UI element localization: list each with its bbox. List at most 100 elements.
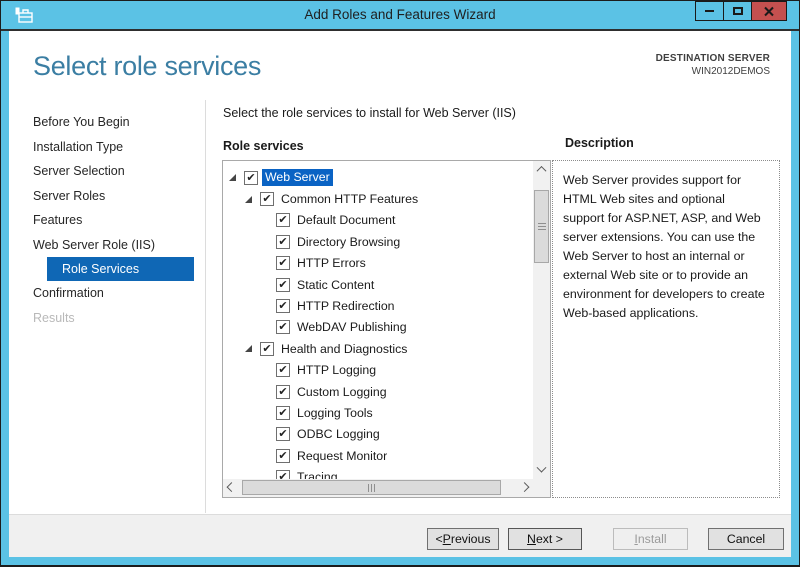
sidebar-item-results: Results: [9, 306, 205, 331]
checkbox-webdav-publishing[interactable]: ✔: [276, 320, 290, 334]
tree-row-directory-browsing[interactable]: ✔ Directory Browsing: [223, 231, 533, 252]
cancel-button[interactable]: Cancel: [708, 528, 784, 550]
thumb-grip-icon: [538, 223, 546, 231]
checkbox-request-monitor[interactable]: ✔: [276, 449, 290, 463]
expander-icon[interactable]: [245, 345, 252, 352]
tree-label-odbc-logging[interactable]: ODBC Logging: [297, 427, 380, 441]
scroll-up-button[interactable]: [533, 161, 550, 178]
horizontal-scrollbar[interactable]: [223, 479, 533, 497]
checkbox-directory-browsing[interactable]: ✔: [276, 235, 290, 249]
tree-row-common-http-features[interactable]: ✔ Common HTTP Features: [223, 188, 533, 209]
tree-label-default-document[interactable]: Default Document: [297, 213, 395, 227]
wizard-steps-nav: Before You BeginInstallation TypeServer …: [9, 110, 205, 330]
tree-label-request-monitor[interactable]: Request Monitor: [297, 449, 387, 463]
vertical-scrollbar[interactable]: [533, 161, 550, 479]
tree-row-tracing[interactable]: ✔ Tracing: [223, 466, 533, 479]
checkbox-health-and-diagnostics[interactable]: ✔: [260, 342, 274, 356]
sidebar-item-before-you-begin[interactable]: Before You Begin: [9, 110, 205, 135]
sidebar-item-role-services[interactable]: Role Services: [47, 257, 194, 281]
horizontal-scrollbar-thumb[interactable]: [242, 480, 501, 495]
instruction-text: Select the role services to install for …: [223, 106, 516, 120]
tree-label-tracing[interactable]: Tracing: [297, 470, 338, 479]
checkbox-logging-tools[interactable]: ✔: [276, 406, 290, 420]
expander-icon[interactable]: [229, 174, 236, 181]
maximize-icon: [733, 7, 743, 15]
tree-row-http-redirection[interactable]: ✔ HTTP Redirection: [223, 295, 533, 316]
tree-row-webdav-publishing[interactable]: ✔ WebDAV Publishing: [223, 317, 533, 338]
tree-label-http-errors[interactable]: HTTP Errors: [297, 256, 366, 270]
tree-label-webdav-publishing[interactable]: WebDAV Publishing: [297, 320, 407, 334]
titlebar[interactable]: Add Roles and Features Wizard: [1, 1, 799, 29]
tree-label-common-http-features[interactable]: Common HTTP Features: [281, 192, 418, 206]
previous-button[interactable]: < Previous: [427, 528, 499, 550]
sidebar-item-features[interactable]: Features: [9, 208, 205, 233]
window-title: Add Roles and Features Wizard: [1, 7, 799, 22]
add-roles-features-wizard-window: Add Roles and Features Wizard Select rol…: [0, 0, 800, 567]
sidebar-item-server-selection[interactable]: Server Selection: [9, 159, 205, 184]
checkbox-common-http-features[interactable]: ✔: [260, 192, 274, 206]
sidebar-item-web-server-role-iis[interactable]: Web Server Role (IIS): [9, 233, 205, 258]
close-icon: [763, 6, 775, 17]
tree-label-http-redirection[interactable]: HTTP Redirection: [297, 299, 395, 313]
chevron-down-icon: [537, 463, 547, 473]
description-heading: Description: [565, 136, 634, 150]
scrollbar-corner: [533, 479, 550, 497]
tree-row-default-document[interactable]: ✔ Default Document: [223, 210, 533, 231]
tree-label-custom-logging[interactable]: Custom Logging: [297, 385, 387, 399]
tree-row-custom-logging[interactable]: ✔ Custom Logging: [223, 381, 533, 402]
checkbox-tracing[interactable]: ✔: [276, 470, 290, 479]
tree-row-health-and-diagnostics[interactable]: ✔ Health and Diagnostics: [223, 338, 533, 359]
destination-server-name: WIN2012DEMOS: [656, 65, 770, 78]
wizard-body: Select role services DESTINATION SERVER …: [9, 31, 791, 557]
tree-row-static-content[interactable]: ✔ Static Content: [223, 274, 533, 295]
tree-label-http-logging[interactable]: HTTP Logging: [297, 363, 376, 377]
minimize-icon: [705, 10, 714, 12]
tree-label-web-server[interactable]: Web Server: [262, 169, 333, 186]
checkbox-http-logging[interactable]: ✔: [276, 363, 290, 377]
checkbox-http-errors[interactable]: ✔: [276, 256, 290, 270]
checkbox-http-redirection[interactable]: ✔: [276, 299, 290, 313]
tree-row-request-monitor[interactable]: ✔ Request Monitor: [223, 445, 533, 466]
minimize-button[interactable]: [695, 1, 723, 21]
tree-label-health-and-diagnostics[interactable]: Health and Diagnostics: [281, 342, 407, 356]
tree-label-static-content[interactable]: Static Content: [297, 278, 374, 292]
tree-row-logging-tools[interactable]: ✔ Logging Tools: [223, 402, 533, 423]
thumb-grip-icon: [368, 484, 376, 492]
window-frame: Add Roles and Features Wizard Select rol…: [1, 1, 799, 565]
role-services-tree: ✔ Web Server ✔ Common HTTP Features ✔ Default…: [222, 160, 551, 498]
description-panel: Web Server provides support for HTML Web…: [552, 160, 780, 498]
tree-label-logging-tools[interactable]: Logging Tools: [297, 406, 373, 420]
next-button[interactable]: Next >: [508, 528, 582, 550]
chevron-up-icon: [537, 166, 547, 176]
footer-buttons: < Previous Next > Install Cancel: [427, 528, 784, 550]
vertical-scrollbar-thumb[interactable]: [534, 190, 549, 263]
install-button: Install: [613, 528, 688, 550]
scroll-down-button[interactable]: [533, 462, 550, 479]
checkbox-web-server[interactable]: ✔: [244, 171, 258, 185]
tree-row-http-logging[interactable]: ✔ HTTP Logging: [223, 360, 533, 381]
page-title: Select role services: [33, 51, 261, 82]
sidebar-separator: [205, 100, 206, 513]
checkbox-custom-logging[interactable]: ✔: [276, 385, 290, 399]
checkbox-odbc-logging[interactable]: ✔: [276, 427, 290, 441]
destination-server-block: DESTINATION SERVER WIN2012DEMOS: [656, 52, 770, 78]
role-services-label: Role services: [223, 139, 304, 153]
close-button[interactable]: [751, 1, 787, 21]
chevron-left-icon: [227, 482, 237, 492]
destination-server-label: DESTINATION SERVER: [656, 52, 770, 65]
checkbox-default-document[interactable]: ✔: [276, 213, 290, 227]
scroll-right-button[interactable]: [516, 479, 533, 497]
footer-bar: < Previous Next > Install Cancel: [9, 515, 791, 557]
maximize-button[interactable]: [723, 1, 751, 21]
sidebar-item-server-roles[interactable]: Server Roles: [9, 184, 205, 209]
window-controls: [695, 1, 787, 21]
tree-row-web-server[interactable]: ✔ Web Server: [223, 167, 533, 188]
scroll-left-button[interactable]: [223, 479, 240, 497]
sidebar-item-confirmation[interactable]: Confirmation: [9, 281, 205, 306]
expander-icon[interactable]: [245, 196, 252, 203]
tree-row-odbc-logging[interactable]: ✔ ODBC Logging: [223, 424, 533, 445]
sidebar-item-installation-type[interactable]: Installation Type: [9, 135, 205, 160]
tree-row-http-errors[interactable]: ✔ HTTP Errors: [223, 253, 533, 274]
checkbox-static-content[interactable]: ✔: [276, 278, 290, 292]
tree-label-directory-browsing[interactable]: Directory Browsing: [297, 235, 400, 249]
